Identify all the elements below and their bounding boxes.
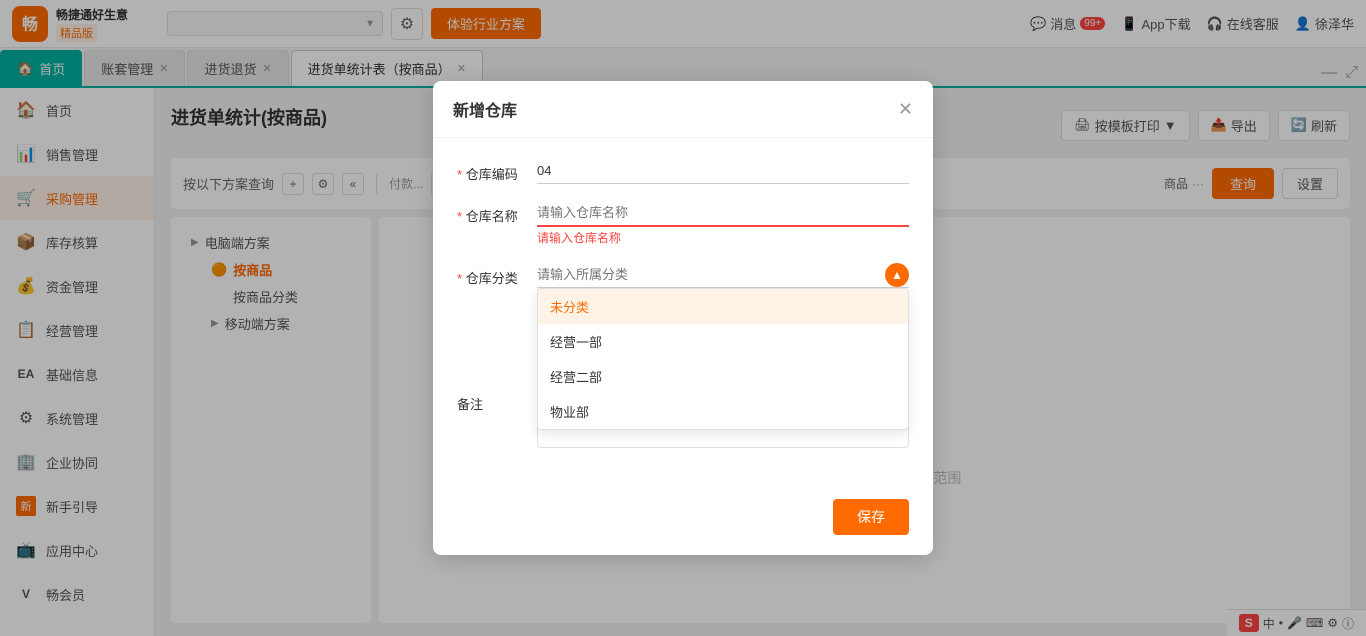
name-control: 请输入仓库名称 (537, 200, 909, 246)
notes-label: 备注 (457, 388, 537, 413)
dialog-header: 新增仓库 ✕ (433, 81, 933, 138)
form-row-code: * 仓库编码 (457, 158, 909, 184)
dialog-overlay[interactable]: 新增仓库 ✕ * 仓库编码 * 仓库名称 (0, 0, 1366, 636)
name-input[interactable] (537, 200, 909, 227)
category-dropdown-arrow[interactable]: ▲ (885, 263, 909, 287)
save-button[interactable]: 保存 (833, 499, 909, 535)
dialog-body: * 仓库编码 * 仓库名称 请输入仓库名称 (433, 138, 933, 487)
category-control: ▲ 未分类 经营一部 经营二部 物业部 (537, 262, 909, 288)
required-star: * (457, 167, 462, 182)
code-label: * 仓库编码 (457, 158, 537, 183)
required-star3: * (457, 271, 462, 286)
dialog-title: 新增仓库 (453, 97, 517, 121)
required-star2: * (457, 209, 462, 224)
dropdown-option-1[interactable]: 经营一部 (538, 324, 908, 359)
form-row-name: * 仓库名称 请输入仓库名称 (457, 200, 909, 246)
dropdown-option-3[interactable]: 物业部 (538, 394, 908, 429)
form-row-category: * 仓库分类 ▲ 未分类 经营一部 经营二部 物业部 (457, 262, 909, 288)
code-input[interactable] (537, 158, 909, 184)
dialog-footer: 保存 (433, 487, 933, 555)
dropdown-option-2[interactable]: 经营二部 (538, 359, 908, 394)
dialog: 新增仓库 ✕ * 仓库编码 * 仓库名称 (433, 81, 933, 555)
name-label: * 仓库名称 (457, 200, 537, 225)
name-error-msg: 请输入仓库名称 (537, 229, 909, 246)
category-dropdown-list: 未分类 经营一部 经营二部 物业部 (537, 288, 909, 430)
code-control (537, 158, 909, 184)
dialog-close-btn[interactable]: ✕ (898, 99, 913, 120)
category-label: * 仓库分类 (457, 262, 537, 287)
dropdown-option-0[interactable]: 未分类 (538, 289, 908, 324)
category-input[interactable] (537, 262, 909, 288)
